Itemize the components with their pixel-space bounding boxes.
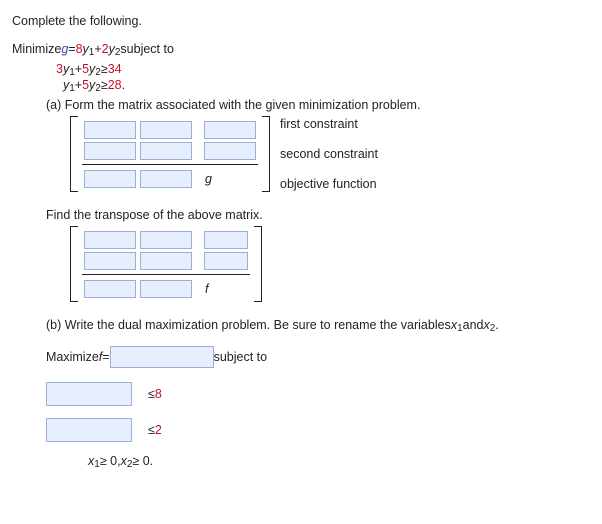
c1-b: 5 <box>82 62 89 76</box>
dual-c2-input[interactable] <box>46 418 132 442</box>
label-second-constraint: second constraint <box>280 147 378 161</box>
coef2: 2 <box>102 42 109 56</box>
matrix-t-divider <box>82 274 250 275</box>
matA-r2-c2[interactable] <box>140 142 192 160</box>
matrix-a-row-3: g <box>82 168 258 189</box>
x1s: 1 <box>457 323 463 334</box>
eq2: = <box>102 350 109 364</box>
matT-r2-c3[interactable] <box>204 252 248 270</box>
nonneg: x 1 ≥ 0, x 2 ≥ 0. <box>88 454 590 468</box>
le1: ≤ <box>148 387 155 401</box>
coef1: 8 <box>76 42 83 56</box>
matA-r1-c1[interactable] <box>84 121 136 139</box>
partb-pre: (b) Write the dual maximization problem.… <box>46 318 451 332</box>
matA-r3-c2[interactable] <box>140 170 192 188</box>
c1-plus: + <box>75 62 82 76</box>
transpose-label: Find the transpose of the above matrix. <box>46 208 590 222</box>
c2-ge: ≥ <box>101 78 108 92</box>
c1-rhs: 34 <box>108 62 122 76</box>
label-first-constraint: first constraint <box>280 117 378 131</box>
matA-r1-c3[interactable] <box>204 121 256 139</box>
matT-r2-c1[interactable] <box>84 252 136 270</box>
matrix-a-divider <box>82 164 258 165</box>
dual-constraint-1: ≤ 8 <box>46 382 590 406</box>
y1-sub: 1 <box>89 47 95 58</box>
c1-a: 3 <box>56 62 63 76</box>
nn-ge1: ≥ 0, <box>100 454 121 468</box>
matT-r3-c1[interactable] <box>84 280 136 298</box>
matrix-a-row-2 <box>82 140 258 161</box>
c2-b: 5 <box>82 78 89 92</box>
matT-r1-c3[interactable] <box>204 231 248 249</box>
part-a-label: (a) Form the matrix associated with the … <box>46 98 590 112</box>
matrix-a-row-1 <box>82 119 258 140</box>
c1-ge: ≥ <box>101 62 108 76</box>
matA-g: g <box>205 172 241 186</box>
le2: ≤ <box>148 423 155 437</box>
bracket-left-icon <box>70 116 78 192</box>
y2-sub: 2 <box>115 47 121 58</box>
bracket-right-icon <box>262 116 270 192</box>
nn-ge2: ≥ 0. <box>132 454 153 468</box>
matrix-t-row-1 <box>82 229 250 250</box>
matT-r1-c2[interactable] <box>140 231 192 249</box>
eq: = <box>68 42 75 56</box>
matrix-t-row-2 <box>82 250 250 271</box>
nn-s1: 1 <box>94 459 100 470</box>
plus1: + <box>94 42 101 56</box>
x2s: 2 <box>490 323 496 334</box>
matrix-a: g <box>70 116 270 192</box>
matA-r2-c1[interactable] <box>84 142 136 160</box>
subject-to: subject to <box>214 350 268 364</box>
dual-constraint-2: ≤ 2 <box>46 418 590 442</box>
partb-dot: . <box>495 318 498 332</box>
min-suffix: subject to <box>120 42 174 56</box>
c1-s2: 2 <box>95 67 101 78</box>
matA-r1-c2[interactable] <box>140 121 192 139</box>
max-prefix: Maximize <box>46 350 99 364</box>
c2-s1: 1 <box>69 83 75 94</box>
c1-s1: 1 <box>69 67 75 78</box>
rhs1: 8 <box>155 387 162 401</box>
constraint-2: 3 y 1 + 5 y 2 ≥ 28 . <box>56 78 590 92</box>
nn-s2: 2 <box>127 459 133 470</box>
constraint-1: 3 y 1 + 5 y 2 ≥ 34 <box>56 62 590 76</box>
var-g: g <box>61 42 68 56</box>
matT-r2-c2[interactable] <box>140 252 192 270</box>
matrix-t: f <box>70 226 590 302</box>
matA-r2-c3[interactable] <box>204 142 256 160</box>
rhs2: 2 <box>155 423 162 437</box>
and: and <box>463 318 484 332</box>
c2-dot: . <box>122 78 125 92</box>
c2-rhs: 28 <box>108 78 122 92</box>
c2-s2: 2 <box>95 83 101 94</box>
matT-r1-c1[interactable] <box>84 231 136 249</box>
matT-f: f <box>205 282 241 296</box>
label-objective: objective function <box>280 177 378 191</box>
part-b-label: (b) Write the dual maximization problem.… <box>46 318 590 332</box>
heading: Complete the following. <box>12 14 590 28</box>
c2-plus: + <box>75 78 82 92</box>
maximize-line: Maximize f = subject to <box>46 346 590 368</box>
matrix-t-row-3: f <box>82 278 250 299</box>
min-prefix: Minimize <box>12 42 61 56</box>
bracket-left-icon <box>70 226 78 302</box>
bracket-right-icon <box>254 226 262 302</box>
dual-c1-input[interactable] <box>46 382 132 406</box>
minimize-line: Minimize g = 8 y 1 + 2 y 2 subject to <box>12 42 590 56</box>
maximize-expression-input[interactable] <box>110 346 214 368</box>
matA-r3-c1[interactable] <box>84 170 136 188</box>
matT-r3-c2[interactable] <box>140 280 192 298</box>
